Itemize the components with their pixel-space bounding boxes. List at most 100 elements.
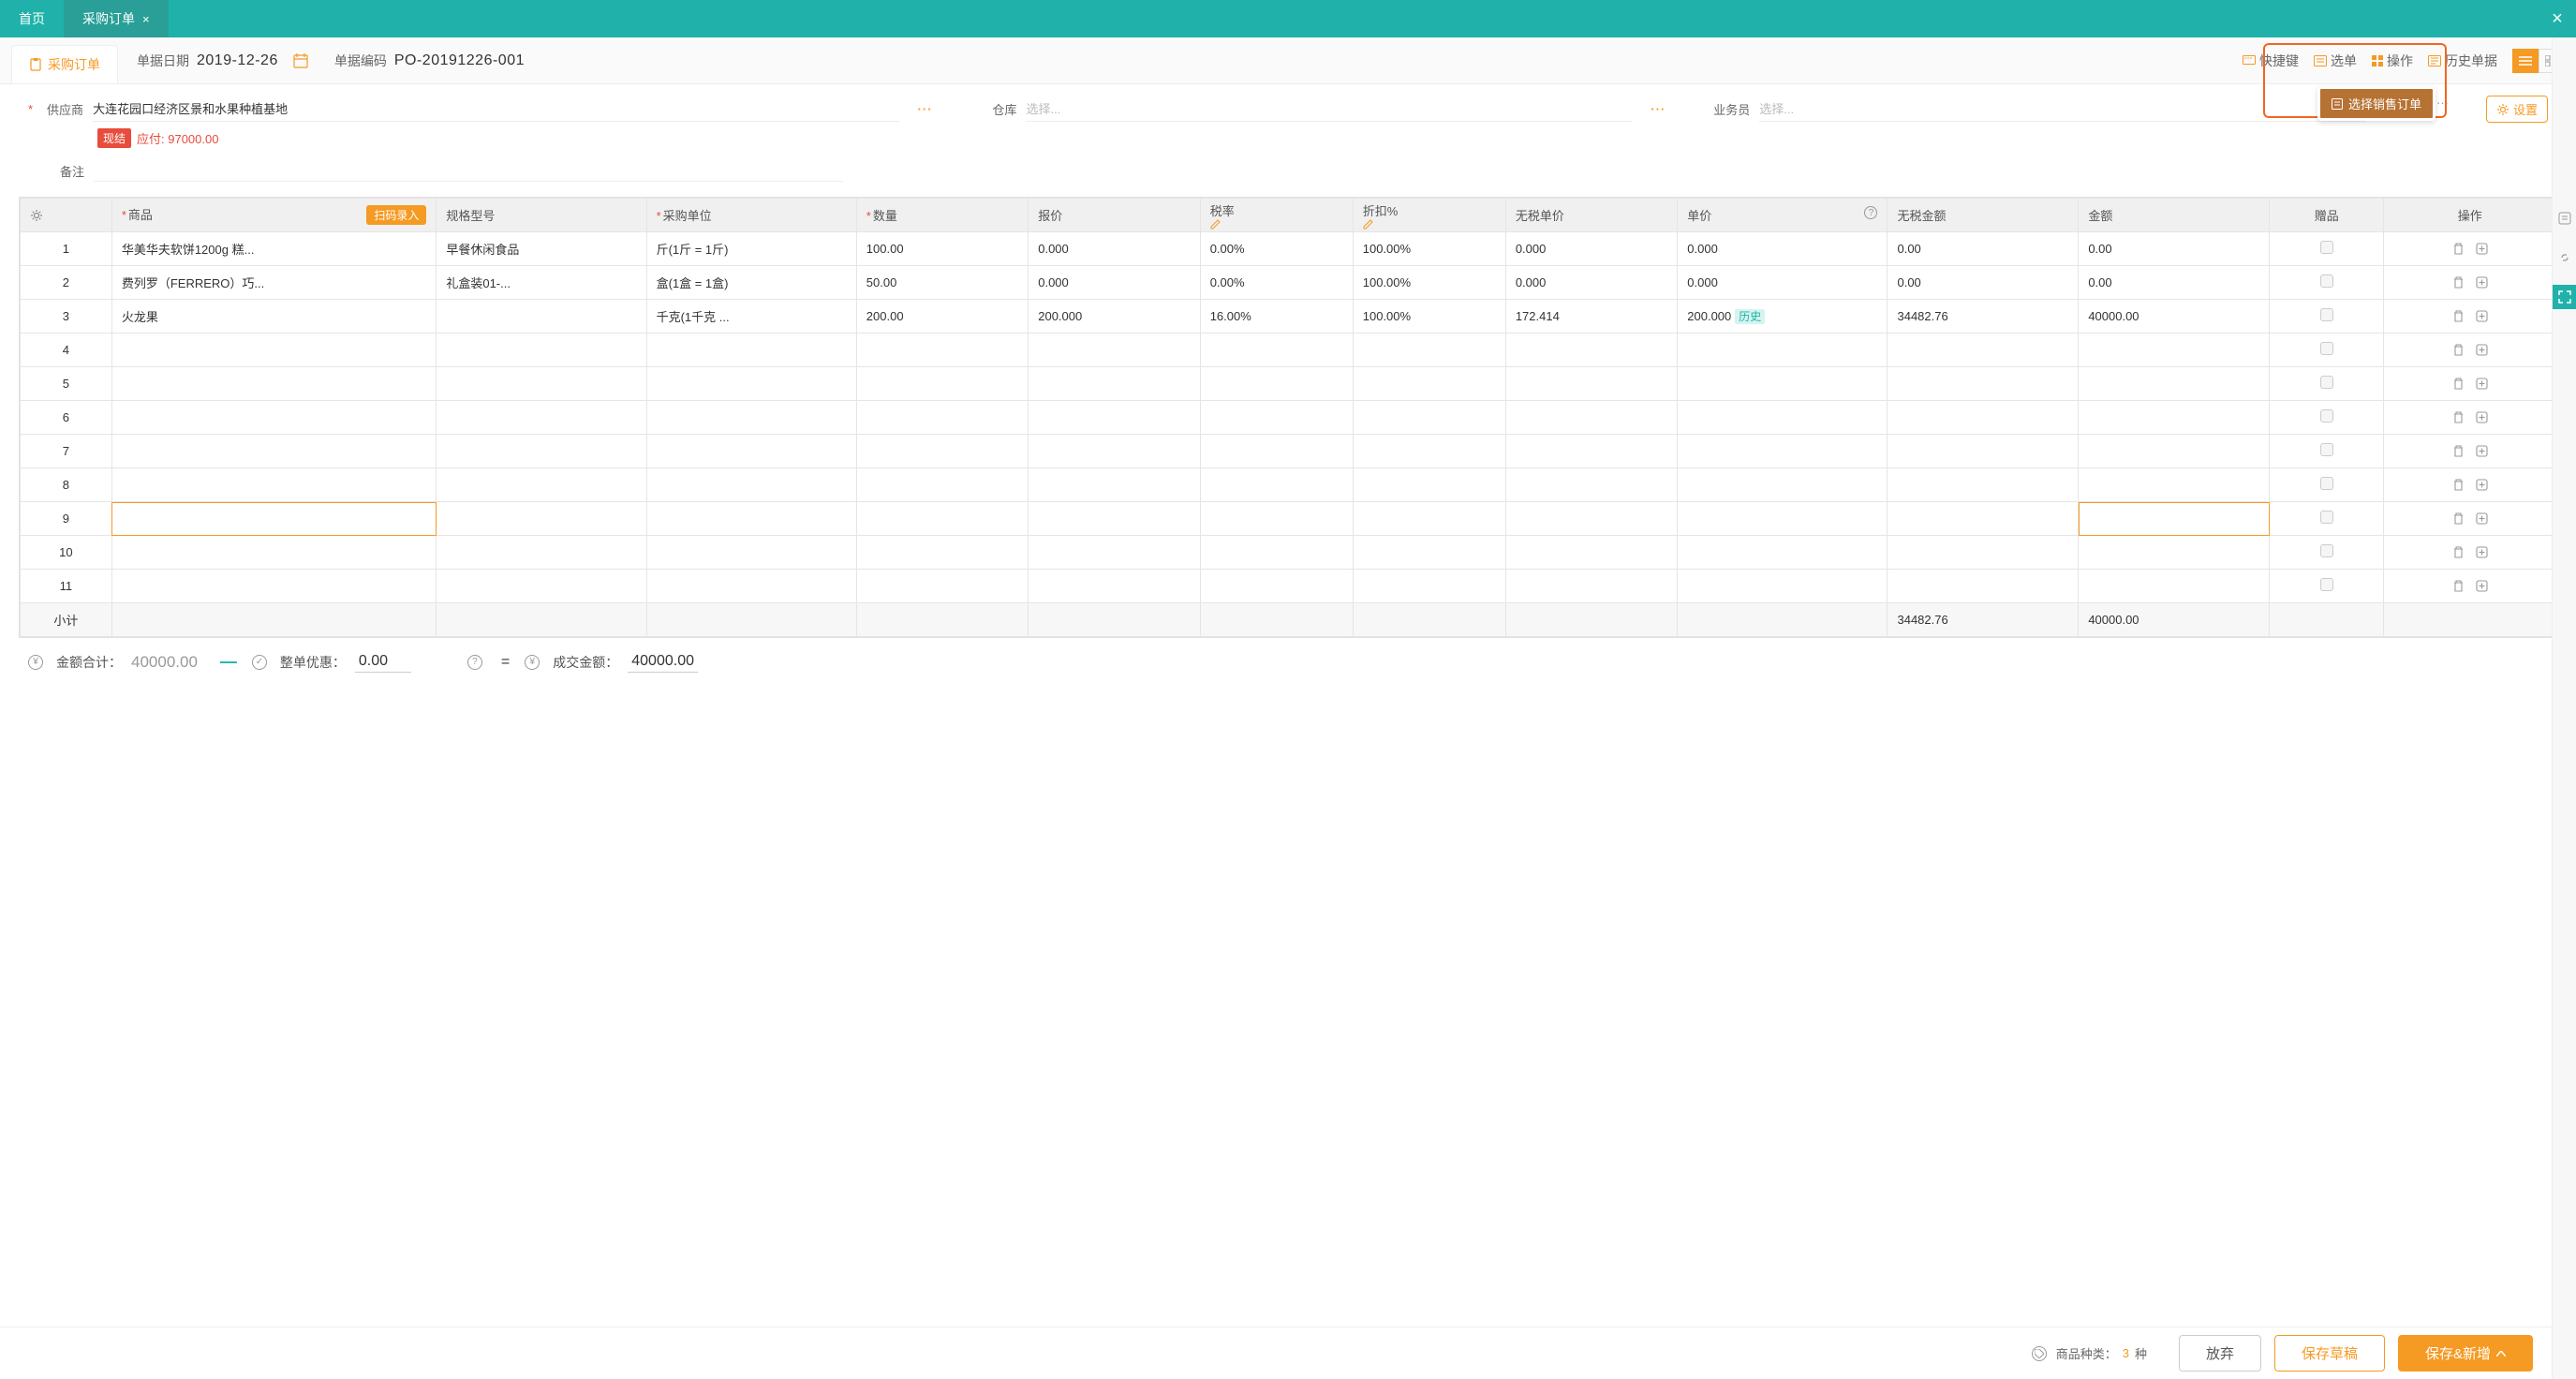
cell-qty[interactable] (856, 334, 1028, 367)
delete-icon[interactable] (2452, 276, 2465, 289)
col-notax-amount[interactable]: 无税金额 (1888, 199, 2079, 232)
supplier-input[interactable]: 大连花园口经济区景和水果种植基地 (93, 96, 898, 122)
cell-qty[interactable] (856, 367, 1028, 401)
col-gift[interactable]: 赠品 (2270, 199, 2384, 232)
cell-quote[interactable]: 200.000 (1029, 300, 1200, 334)
add-icon[interactable] (2476, 479, 2488, 491)
cell-quote[interactable] (1029, 401, 1200, 435)
cell-quote[interactable] (1029, 570, 1200, 603)
cell-product[interactable] (111, 334, 437, 367)
cell-notax-price[interactable] (1505, 435, 1677, 468)
cell-unit[interactable] (646, 334, 856, 367)
cell-unit[interactable] (646, 570, 856, 603)
cell-gift[interactable] (2270, 266, 2384, 300)
cell-notax-amount[interactable]: 0.00 (1888, 266, 2079, 300)
remark-input[interactable] (94, 159, 843, 182)
cell-amount[interactable] (2079, 536, 2270, 570)
help-icon[interactable]: ? (467, 655, 482, 670)
cell-price[interactable] (1678, 570, 1888, 603)
delete-icon[interactable] (2452, 378, 2465, 390)
cell-price[interactable] (1678, 334, 1888, 367)
delete-icon[interactable] (2452, 411, 2465, 423)
cell-tax[interactable] (1200, 401, 1353, 435)
delete-icon[interactable] (2452, 344, 2465, 356)
checkbox[interactable] (2320, 544, 2333, 557)
checkbox[interactable] (2320, 274, 2333, 288)
cell-spec[interactable] (437, 570, 646, 603)
cell-discount[interactable] (1353, 435, 1505, 468)
cell-price[interactable] (1678, 367, 1888, 401)
cell-qty[interactable]: 200.00 (856, 300, 1028, 334)
cell-quote[interactable] (1029, 536, 1200, 570)
cell-qty[interactable] (856, 570, 1028, 603)
col-price[interactable]: 单价? (1678, 199, 1888, 232)
checkbox[interactable] (2320, 443, 2333, 456)
cell-product[interactable]: 费列罗（FERRERO）巧... (111, 266, 437, 300)
cell-notax-price[interactable] (1505, 570, 1677, 603)
cell-quote[interactable]: 0.000 (1029, 266, 1200, 300)
cell-notax-price[interactable]: 172.414 (1505, 300, 1677, 334)
col-spec[interactable]: 规格型号 (437, 199, 646, 232)
checkbox[interactable] (2320, 511, 2333, 524)
more-icon[interactable]: ··· (1651, 102, 1666, 116)
add-icon[interactable] (2476, 310, 2488, 322)
cell-amount[interactable] (2079, 570, 2270, 603)
cell-price[interactable]: 0.000 (1678, 266, 1888, 300)
cell-notax-amount[interactable] (1888, 536, 2079, 570)
cell-qty[interactable] (856, 435, 1028, 468)
cell-notax-price[interactable] (1505, 401, 1677, 435)
cell-qty[interactable] (856, 536, 1028, 570)
save-new-button[interactable]: 保存&新增 (2398, 1335, 2533, 1372)
cell-amount[interactable] (2079, 502, 2270, 536)
cell-unit[interactable]: 千克(1千克 ... (646, 300, 856, 334)
checkbox[interactable] (2320, 477, 2333, 490)
history-button[interactable]: 历史单据 (2428, 52, 2497, 70)
cell-notax-amount[interactable] (1888, 435, 2079, 468)
cell-notax-price[interactable] (1505, 334, 1677, 367)
history-badge[interactable]: 历史 (1735, 309, 1765, 324)
cell-tax[interactable]: 16.00% (1200, 300, 1353, 334)
checkbox[interactable] (2320, 342, 2333, 355)
cell-spec[interactable] (437, 334, 646, 367)
cell-quote[interactable] (1029, 367, 1200, 401)
checkbox[interactable] (2320, 241, 2333, 254)
cell-discount[interactable] (1353, 401, 1505, 435)
cell-quote[interactable] (1029, 435, 1200, 468)
cell-notax-price[interactable]: 0.000 (1505, 232, 1677, 266)
cell-notax-amount[interactable] (1888, 468, 2079, 502)
add-icon[interactable] (2476, 378, 2488, 390)
cell-quote[interactable] (1029, 334, 1200, 367)
cell-amount[interactable] (2079, 367, 2270, 401)
cell-qty[interactable]: 50.00 (856, 266, 1028, 300)
cell-unit[interactable] (646, 367, 856, 401)
add-icon[interactable] (2476, 243, 2488, 255)
operation-button[interactable]: 操作 (2372, 52, 2413, 70)
delete-icon[interactable] (2452, 512, 2465, 525)
cell-amount[interactable]: 40000.00 (2079, 300, 2270, 334)
cell-unit[interactable] (646, 401, 856, 435)
cell-gift[interactable] (2270, 502, 2384, 536)
delete-icon[interactable] (2452, 243, 2465, 255)
cell-qty[interactable] (856, 502, 1028, 536)
cell-qty[interactable] (856, 401, 1028, 435)
cell-spec[interactable] (437, 401, 646, 435)
cell-discount[interactable] (1353, 367, 1505, 401)
delete-icon[interactable] (2452, 445, 2465, 457)
cell-discount[interactable]: 100.00% (1353, 232, 1505, 266)
delete-icon[interactable] (2452, 310, 2465, 322)
cell-spec[interactable]: 早餐休闲食品 (437, 232, 646, 266)
tab-purchase-order[interactable]: 采购订单 × (64, 0, 169, 37)
col-amount[interactable]: 金额 (2079, 199, 2270, 232)
cell-price[interactable] (1678, 536, 1888, 570)
cell-spec[interactable] (437, 536, 646, 570)
cell-spec[interactable]: 礼盒装01-... (437, 266, 646, 300)
cell-unit[interactable] (646, 536, 856, 570)
warehouse-input[interactable]: 选择... (1027, 96, 1633, 122)
link-icon[interactable] (2553, 245, 2576, 270)
delete-icon[interactable] (2452, 580, 2465, 592)
cell-tax[interactable]: 0.00% (1200, 232, 1353, 266)
cell-gift[interactable] (2270, 300, 2384, 334)
cell-product[interactable]: 火龙果 (111, 300, 437, 334)
col-quote[interactable]: 报价 (1029, 199, 1200, 232)
cell-amount[interactable] (2079, 401, 2270, 435)
